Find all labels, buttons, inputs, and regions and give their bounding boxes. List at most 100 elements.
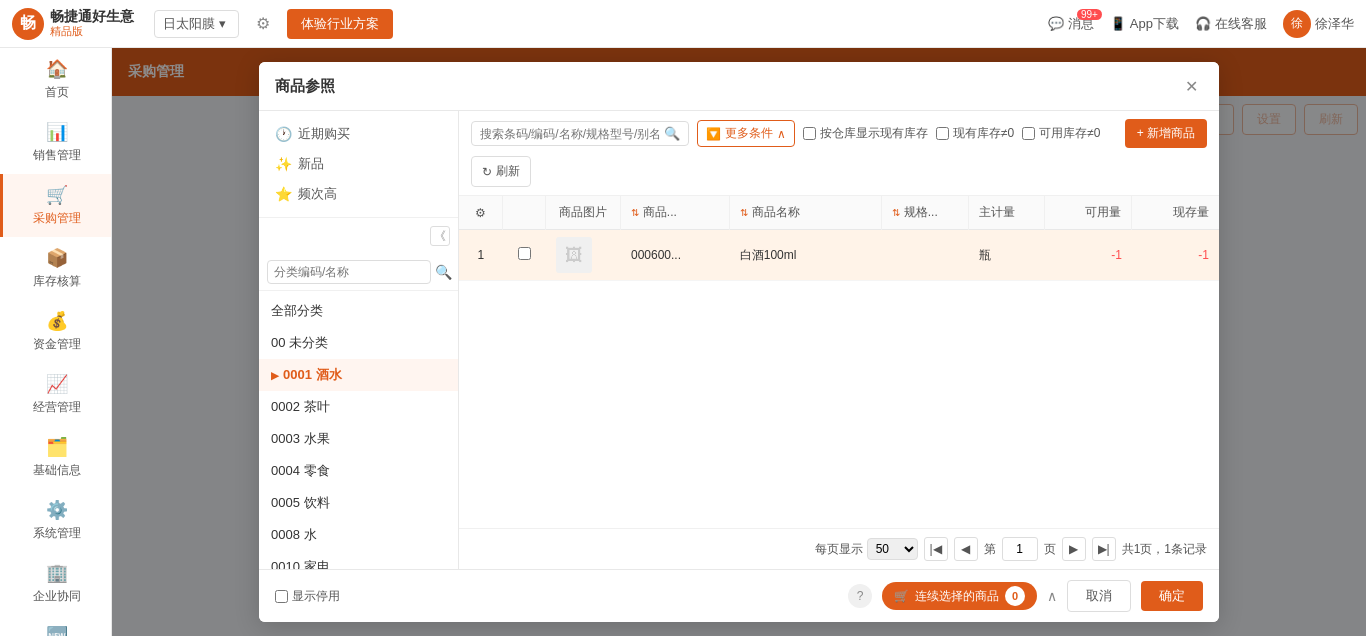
category-label: 0001 酒水 bbox=[283, 366, 342, 384]
warehouse-checkbox-label[interactable]: 按仓库显示现有库存 bbox=[803, 125, 928, 142]
col-header-code[interactable]: ⇅ 商品... bbox=[621, 196, 730, 230]
headphone-icon: 🎧 bbox=[1195, 16, 1211, 31]
system-icon: ⚙️ bbox=[46, 499, 68, 521]
col-code-label: 商品... bbox=[643, 205, 677, 219]
sidebar-label-purchase: 采购管理 bbox=[33, 210, 81, 227]
sidebar-label-home: 首页 bbox=[45, 84, 69, 101]
category-item-all[interactable]: 全部分类 bbox=[259, 295, 458, 327]
category-search-area: 🔍 bbox=[259, 254, 458, 291]
col-header-no bbox=[502, 196, 545, 230]
col-header-spec[interactable]: ⇅ 规格... bbox=[882, 196, 969, 230]
sidebar-item-system[interactable]: ⚙️ 系统管理 bbox=[0, 489, 111, 552]
logo-icon: 畅 bbox=[12, 8, 44, 40]
category-item-0001[interactable]: ▶ 0001 酒水 bbox=[259, 359, 458, 391]
tab-recent-purchase[interactable]: 🕐 近期购买 bbox=[267, 119, 450, 149]
messages-nav-item[interactable]: 💬 消息 99+ bbox=[1048, 15, 1094, 33]
store-name: 日太阳膜 bbox=[163, 15, 215, 33]
trial-button[interactable]: 体验行业方案 bbox=[287, 9, 393, 39]
online-service-nav-item[interactable]: 🎧 在线客服 bbox=[1195, 15, 1267, 33]
available-stock-label: 现有库存≠0 bbox=[953, 125, 1014, 142]
usable-stock-checkbox-label[interactable]: 可用库存≠0 bbox=[1022, 125, 1100, 142]
sidebar-item-guide[interactable]: 🆕 新手引导 bbox=[0, 615, 111, 636]
usable-stock-label: 可用库存≠0 bbox=[1039, 125, 1100, 142]
sidebar-item-finance[interactable]: 💰 资金管理 bbox=[0, 300, 111, 363]
modal-right-panel: 🔍 🔽 更多条件 ∧ 按仓库显示现有库存 bbox=[459, 111, 1219, 569]
cart-selected-area[interactable]: 🛒 连续选择的商品 0 bbox=[882, 582, 1037, 610]
collapse-footer-icon[interactable]: ∧ bbox=[1047, 588, 1057, 604]
category-item-0008[interactable]: 0008 水 bbox=[259, 519, 458, 551]
row-checkbox-cell[interactable] bbox=[502, 230, 545, 281]
modal-close-button[interactable]: ✕ bbox=[1179, 74, 1203, 98]
star-icon: ⭐ bbox=[275, 186, 292, 202]
purchase-icon: 🛒 bbox=[46, 184, 68, 206]
sidebar-item-purchase[interactable]: 🛒 采购管理 bbox=[0, 174, 111, 237]
search-icon[interactable]: 🔍 bbox=[664, 126, 680, 141]
category-item-00[interactable]: 00 未分类 bbox=[259, 327, 458, 359]
available-stock-checkbox-label[interactable]: 现有库存≠0 bbox=[936, 125, 1014, 142]
sidebar-item-sales[interactable]: 📊 销售管理 bbox=[0, 111, 111, 174]
cart-label: 连续选择的商品 bbox=[915, 588, 999, 605]
category-item-0004[interactable]: 0004 零食 bbox=[259, 455, 458, 487]
base-icon: 🗂️ bbox=[46, 436, 68, 458]
product-table-area: ⚙ 商品图片 ⇅ 商品... bbox=[459, 196, 1219, 528]
collapse-left-btn[interactable]: 《 bbox=[430, 226, 450, 246]
sidebar-item-enterprise[interactable]: 🏢 企业协同 bbox=[0, 552, 111, 615]
prev-page-btn[interactable]: ◀ bbox=[954, 537, 978, 561]
category-search-icon[interactable]: 🔍 bbox=[435, 264, 452, 280]
current-page-input[interactable] bbox=[1002, 537, 1038, 561]
last-page-btn[interactable]: ▶| bbox=[1092, 537, 1116, 561]
per-page-select[interactable]: 50 10 20 100 bbox=[867, 538, 918, 560]
col-stock-label: 现存量 bbox=[1173, 205, 1209, 219]
available-stock-checkbox[interactable] bbox=[936, 127, 949, 140]
modal-footer: 显示停用 ? 🛒 连续选择的商品 0 ∧ 取消 确定 bbox=[259, 569, 1219, 622]
show-disabled-label[interactable]: 显示停用 bbox=[275, 588, 340, 605]
category-item-0010[interactable]: 0010 家电 bbox=[259, 551, 458, 569]
page-suffix: 页 bbox=[1044, 541, 1056, 558]
sidebar-item-base[interactable]: 🗂️ 基础信息 bbox=[0, 426, 111, 489]
help-icon[interactable]: ? bbox=[848, 584, 872, 608]
logo: 畅 畅捷通好生意 精品版 bbox=[12, 8, 134, 40]
first-page-btn[interactable]: |◀ bbox=[924, 537, 948, 561]
tab-new-products[interactable]: ✨ 新品 bbox=[267, 149, 450, 179]
top-navigation: 畅 畅捷通好生意 精品版 日太阳膜 ▾ ⚙ 体验行业方案 💬 消息 99+ 📱 … bbox=[0, 0, 1366, 48]
refresh-icon: ↻ bbox=[482, 165, 492, 179]
product-image: 🖼 bbox=[556, 237, 592, 273]
more-filter-button[interactable]: 🔽 更多条件 ∧ bbox=[697, 120, 795, 147]
modal-title: 商品参照 bbox=[275, 77, 335, 96]
store-selector[interactable]: 日太阳膜 ▾ bbox=[154, 10, 239, 38]
refresh-button[interactable]: ↻ 刷新 bbox=[471, 156, 531, 187]
product-search-input[interactable] bbox=[480, 127, 660, 141]
settings-icon[interactable]: ⚙ bbox=[247, 8, 279, 40]
chevron-up-icon: ∧ bbox=[777, 127, 786, 141]
sidebar-item-stock[interactable]: 📦 库存核算 bbox=[0, 237, 111, 300]
app-download-nav-item[interactable]: 📱 App下载 bbox=[1110, 15, 1179, 33]
usable-stock-checkbox[interactable] bbox=[1022, 127, 1035, 140]
sidebar-item-home[interactable]: 🏠 首页 bbox=[0, 48, 111, 111]
add-product-button[interactable]: + 新增商品 bbox=[1125, 119, 1207, 148]
col-img-label: 商品图片 bbox=[559, 205, 607, 219]
cancel-button[interactable]: 取消 bbox=[1067, 580, 1131, 612]
tab-frequent[interactable]: ⭐ 频次高 bbox=[267, 179, 450, 209]
row-checkbox[interactable] bbox=[518, 247, 531, 260]
col-header-settings[interactable]: ⚙ bbox=[459, 196, 502, 230]
user-nav-item[interactable]: 徐 徐泽华 bbox=[1283, 10, 1354, 38]
confirm-button[interactable]: 确定 bbox=[1141, 581, 1203, 611]
category-list: 全部分类 00 未分类 ▶ 0001 酒水 0002 茶叶 bbox=[259, 291, 458, 569]
product-search-box: 🔍 bbox=[471, 121, 689, 146]
next-page-btn[interactable]: ▶ bbox=[1062, 537, 1086, 561]
category-item-0003[interactable]: 0003 水果 bbox=[259, 423, 458, 455]
category-search-input[interactable] bbox=[267, 260, 431, 284]
row-unit: 瓶 bbox=[969, 230, 1045, 281]
col-header-name[interactable]: ⇅ 商品名称 bbox=[730, 196, 882, 230]
finance-icon: 💰 bbox=[46, 310, 68, 332]
category-item-0002[interactable]: 0002 茶叶 bbox=[259, 391, 458, 423]
warehouse-checkbox[interactable] bbox=[803, 127, 816, 140]
sidebar-item-operation[interactable]: 📈 经营管理 bbox=[0, 363, 111, 426]
sidebar-label-stock: 库存核算 bbox=[33, 273, 81, 290]
tab-frequent-label: 频次高 bbox=[298, 185, 337, 203]
online-service-label: 在线客服 bbox=[1215, 15, 1267, 33]
category-item-0005[interactable]: 0005 饮料 bbox=[259, 487, 458, 519]
show-disabled-checkbox[interactable] bbox=[275, 590, 288, 603]
table-row[interactable]: 1 🖼 000600... 白酒100ml bbox=[459, 230, 1219, 281]
sidebar-label-enterprise: 企业协同 bbox=[33, 588, 81, 605]
